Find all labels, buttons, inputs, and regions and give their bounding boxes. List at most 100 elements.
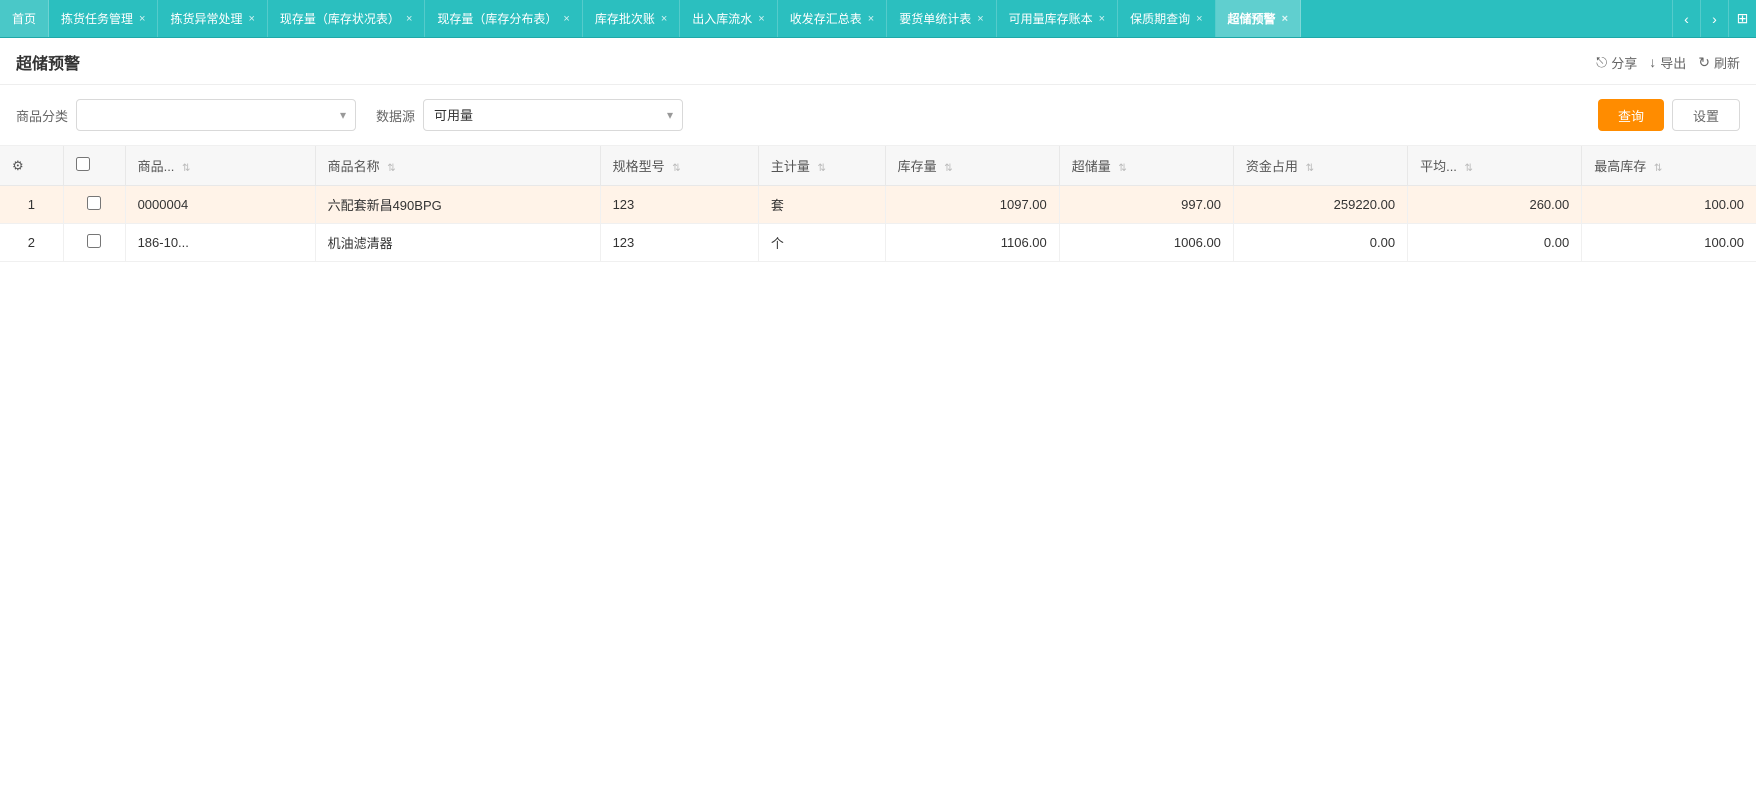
page-title: 超储预警 [16,50,80,74]
table-row: 1 0000004 六配套新昌490BPG 123 套 1097.00 997.… [0,186,1756,224]
th-stock[interactable]: 库存量 ⇅ [885,146,1059,186]
nav-close-9[interactable]: × [1099,13,1105,25]
goods-category-wrapper [76,99,356,131]
th-unit-label: 主计量 [771,159,810,174]
nav-close-1[interactable]: × [139,13,145,25]
th-capital-label: 资金占用 [1246,159,1298,174]
data-source-select[interactable]: 可用量 实际量 [423,99,683,131]
nav-close-8[interactable]: × [977,13,983,25]
th-spec-label: 规格型号 [613,159,665,174]
row-checkbox-cell [63,186,125,224]
sort-icon-unit: ⇅ [818,163,826,174]
share-button[interactable]: ⎋ 分享 [1596,53,1637,72]
row-name: 六配套新昌490BPG [315,186,600,224]
row-code: 186-10... [125,224,315,262]
sort-icon-stock: ⇅ [944,163,952,174]
nav-close-11[interactable]: × [1282,13,1288,25]
sort-icon-maxstock: ⇅ [1654,163,1662,174]
row-maxstock: 100.00 [1582,224,1756,262]
th-name-label: 商品名称 [328,159,380,174]
row-code: 0000004 [125,186,315,224]
export-button[interactable]: ↓ 导出 [1649,53,1686,72]
goods-category-select[interactable] [76,99,356,131]
row-overstock: 1006.00 [1059,224,1233,262]
sort-icon-capital: ⇅ [1306,163,1314,174]
query-button[interactable]: 查询 [1598,99,1664,131]
nav-item-3[interactable]: 现存量（库存状况表） × [268,0,425,37]
nav-close-7[interactable]: × [868,13,874,25]
filter-bar: 商品分类 数据源 可用量 实际量 查询 设置 [0,85,1756,146]
row-overstock: 997.00 [1059,186,1233,224]
th-settings[interactable]: ⚙ [0,146,63,186]
th-maxstock-label: 最高库存 [1594,159,1646,174]
row-checkbox[interactable] [87,234,101,248]
nav-item-9[interactable]: 可用量库存账本 × [997,0,1118,37]
nav-close-3[interactable]: × [406,13,412,25]
refresh-button[interactable]: ↻ 刷新 [1698,53,1740,72]
top-nav: 首页 拣货任务管理 × 拣货异常处理 × 现存量（库存状况表） × 现存量（库存… [0,0,1756,38]
th-overstock-label: 超储量 [1072,159,1111,174]
th-overstock[interactable]: 超储量 ⇅ [1059,146,1233,186]
nav-close-5[interactable]: × [661,13,667,25]
nav-item-5[interactable]: 库存批次账 × [583,0,680,37]
nav-label: 首页 [12,10,36,27]
page-header: 超储预警 ⎋ 分享 ↓ 导出 ↻ 刷新 [0,38,1756,85]
row-stock: 1097.00 [885,186,1059,224]
nav-item-2[interactable]: 拣货异常处理 × [158,0,267,37]
th-avgprice[interactable]: 平均... ⇅ [1408,146,1582,186]
th-spec[interactable]: 规格型号 ⇅ [600,146,758,186]
nav-close-6[interactable]: × [758,13,764,25]
nav-next-btn[interactable]: › [1700,0,1728,37]
th-unit[interactable]: 主计量 ⇅ [758,146,885,186]
filter-actions: 查询 设置 [1598,99,1740,131]
sort-icon-overstock: ⇅ [1118,163,1126,174]
goods-category-group: 商品分类 [16,99,356,131]
th-checkbox[interactable] [63,146,125,186]
export-icon: ↓ [1649,54,1656,70]
row-maxstock: 100.00 [1582,186,1756,224]
table-row: 2 186-10... 机油滤清器 123 个 1106.00 1006.00 … [0,224,1756,262]
nav-label: 现存量（库存分布表） [437,10,557,27]
nav-label: 收发存汇总表 [790,10,862,27]
nav-label: 库存批次账 [595,10,655,27]
row-num: 1 [0,186,63,224]
nav-label: 现存量（库存状况表） [280,10,400,27]
row-checkbox[interactable] [87,196,101,210]
nav-label: 保质期查询 [1130,10,1190,27]
settings-button[interactable]: 设置 [1672,99,1740,131]
nav-close-10[interactable]: × [1196,13,1202,25]
th-maxstock[interactable]: 最高库存 ⇅ [1582,146,1756,186]
th-name[interactable]: 商品名称 ⇅ [315,146,600,186]
nav-item-home[interactable]: 首页 [0,0,49,37]
nav-item-1[interactable]: 拣货任务管理 × [49,0,158,37]
row-spec: 123 [600,224,758,262]
nav-label: 可用量库存账本 [1009,10,1093,27]
table-body: 1 0000004 六配套新昌490BPG 123 套 1097.00 997.… [0,186,1756,262]
goods-category-label: 商品分类 [16,106,68,125]
sort-icon-spec: ⇅ [672,163,680,174]
th-stock-label: 库存量 [898,159,937,174]
nav-label: 拣货任务管理 [61,10,133,27]
nav-prev-btn[interactable]: ‹ [1672,0,1700,37]
row-stock: 1106.00 [885,224,1059,262]
row-avgprice: 260.00 [1408,186,1582,224]
nav-item-6[interactable]: 出入库流水 × [680,0,777,37]
nav-item-11[interactable]: 超储预警 × [1216,0,1301,37]
nav-item-8[interactable]: 要货单统计表 × [887,0,996,37]
nav-item-7[interactable]: 收发存汇总表 × [778,0,887,37]
nav-item-10[interactable]: 保质期查询 × [1118,0,1215,37]
share-label: 分享 [1611,53,1637,72]
nav-item-4[interactable]: 现存量（库存分布表） × [425,0,582,37]
refresh-icon: ↻ [1698,54,1710,71]
nav-close-2[interactable]: × [248,13,254,25]
th-capital[interactable]: 资金占用 ⇅ [1233,146,1407,186]
row-unit: 个 [758,224,885,262]
row-name: 机油滤清器 [315,224,600,262]
select-all-checkbox[interactable] [76,157,90,171]
nav-expand-btn[interactable]: ⊞ [1728,0,1756,37]
nav-label: 要货单统计表 [899,10,971,27]
nav-label: 出入库流水 [692,10,752,27]
th-code[interactable]: 商品... ⇅ [125,146,315,186]
row-unit: 套 [758,186,885,224]
nav-close-4[interactable]: × [563,13,569,25]
